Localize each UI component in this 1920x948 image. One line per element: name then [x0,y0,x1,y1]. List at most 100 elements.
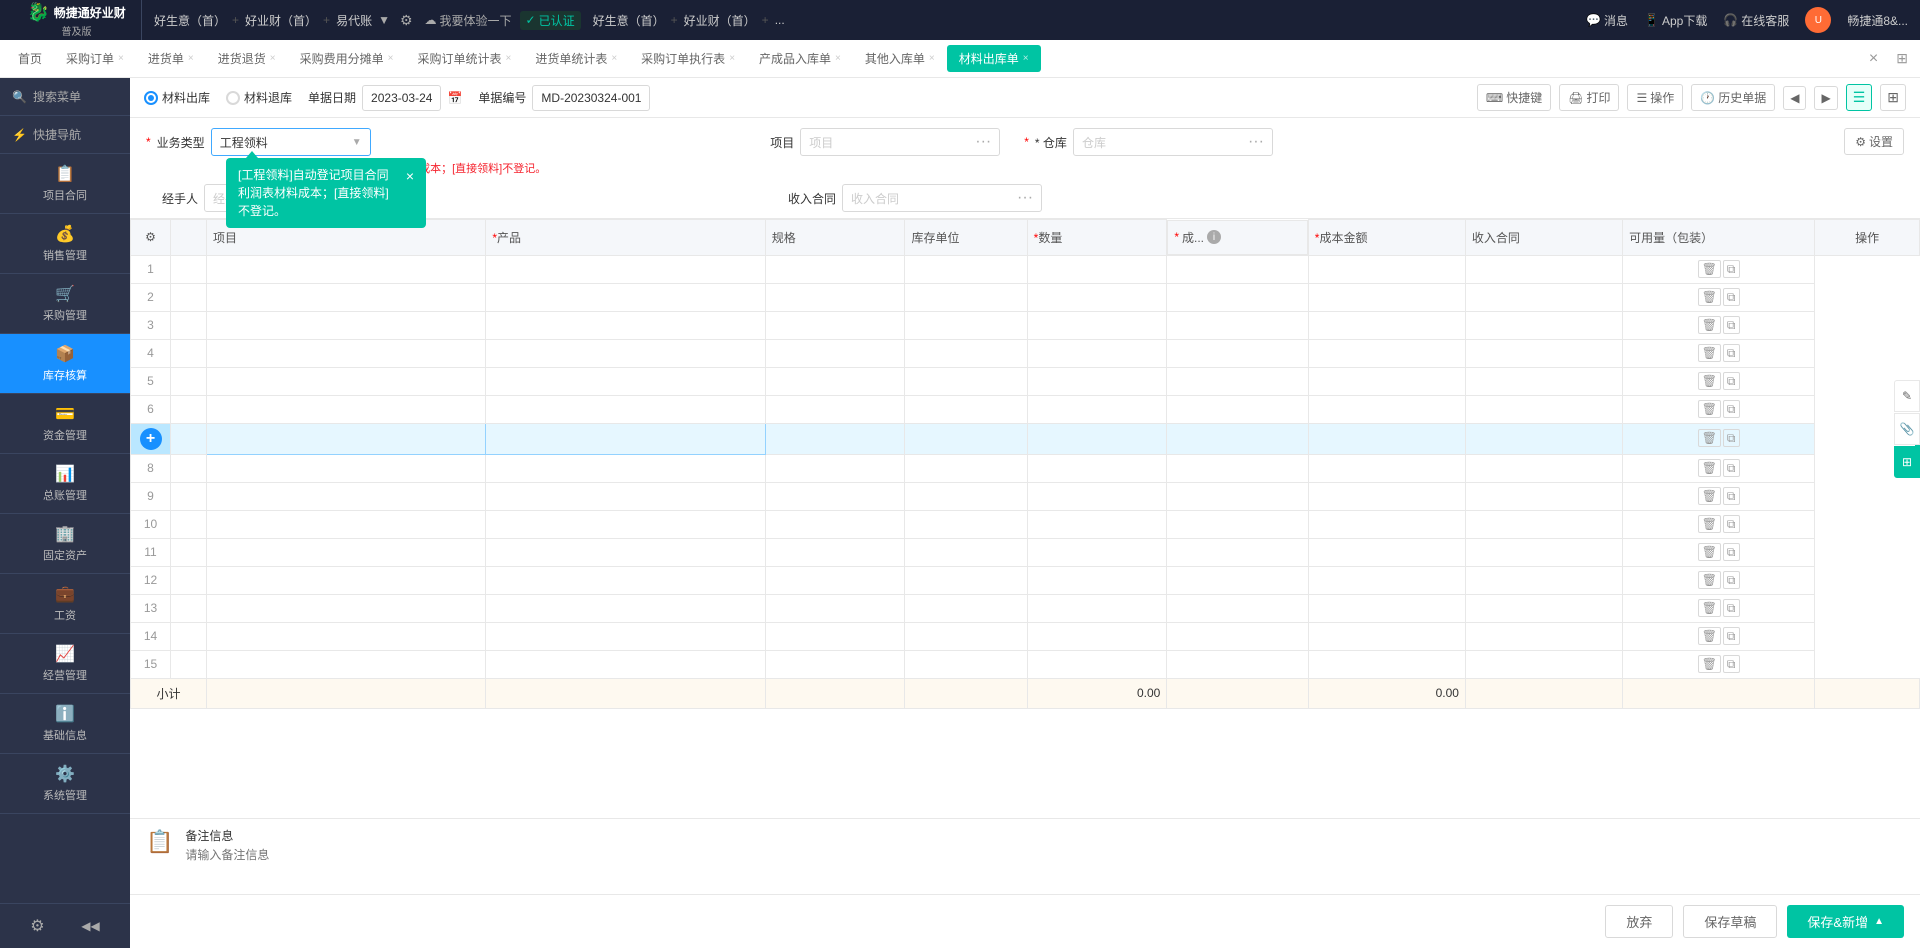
online-service-btn[interactable]: 🎧 在线客服 [1723,12,1789,29]
tab-close-all[interactable]: × [1863,48,1884,70]
save-draft-btn[interactable]: 保存草稿 [1683,905,1777,938]
row-delete-icon[interactable]: 🗑 [1698,543,1721,561]
tab-purchase-order[interactable]: 采购订单 × [54,44,136,73]
row-delete-icon[interactable]: 🗑 [1698,487,1721,505]
row-delete-icon[interactable]: 🗑 [1698,400,1721,418]
user-avatar[interactable]: U [1805,7,1831,33]
tab-close-materialout[interactable]: × [1023,53,1029,64]
date-value[interactable]: 2023-03-24 [362,85,441,111]
tab-incoming[interactable]: 进货单 × [136,44,206,73]
sidebar-item-project[interactable]: 📋 项目合同 [0,154,130,214]
row-copy-icon[interactable]: ⧉ [1723,372,1740,390]
sidebar-item-inventory[interactable]: 📦 库存核算 [0,334,130,394]
history-btn[interactable]: 🕐 历史单据 [1691,84,1775,111]
sidebar-quick-nav[interactable]: ⚡ 快捷导航 [0,116,130,154]
sidebar-item-salary[interactable]: 💼 工资 [0,574,130,634]
experience-btn[interactable]: ☁ 我要体验一下 [425,12,512,29]
row-copy-icon[interactable]: ⧉ [1723,288,1740,306]
row-delete-icon[interactable]: 🗑 [1698,288,1721,306]
row-delete-icon[interactable]: 🗑 [1698,655,1721,673]
tab-close-istat[interactable]: × [611,53,617,64]
username[interactable]: 畅捷通8&... [1847,12,1908,29]
row-delete-icon[interactable]: 🗑 [1698,571,1721,589]
quick-key-btn[interactable]: ⌨ 快捷键 [1477,84,1551,111]
save-new-btn[interactable]: 保存&新增 ▲ [1787,905,1904,938]
row-copy-icon[interactable]: ⧉ [1723,487,1740,505]
row-copy-icon[interactable]: ⧉ [1723,344,1740,362]
notes-input[interactable] [185,846,1904,886]
row7-copy-icon[interactable]: ⧉ [1723,429,1740,447]
row7-delete-icon[interactable]: 🗑 [1698,429,1721,447]
income-contract-input[interactable]: 收入合同 ··· [842,184,1042,212]
tab-return[interactable]: 进货退货 × [206,44,288,73]
tab-incoming-stat[interactable]: 进货单统计表 × [523,44,629,73]
tab-close-return[interactable]: × [270,53,276,64]
right-icon-3[interactable]: ⊞ [1894,446,1920,478]
sidebar-item-purchase[interactable]: 🛒 采购管理 [0,274,130,334]
row-copy-icon[interactable]: ⧉ [1723,627,1740,645]
row-delete-icon[interactable]: 🗑 [1698,372,1721,390]
row-copy-icon[interactable]: ⧉ [1723,316,1740,334]
sidebar-search[interactable]: 🔍 搜索菜单 [0,78,130,116]
tab-exec[interactable]: 采购订单执行表 × [629,44,747,73]
warehouse-input[interactable]: 仓库 ··· [1073,128,1273,156]
col-settings-header[interactable]: ⚙ [131,220,171,256]
top-right-tab3[interactable]: ... [775,13,785,27]
nav-next-btn[interactable]: ▶ [1814,86,1837,110]
tab-purchase-stat[interactable]: 采购订单统计表 × [405,44,523,73]
cost-info-icon[interactable]: i [1207,230,1221,244]
message-btn[interactable]: 💬 消息 [1586,12,1628,29]
nav-tab-good-finance[interactable]: 好业财（首） [245,12,317,29]
tab-expense[interactable]: 采购费用分摊单 × [288,44,406,73]
top-right-tab2[interactable]: 好业财（首） [684,12,756,29]
tab-grid-view[interactable]: ⊞ [1890,48,1914,69]
sidebar-item-ledger[interactable]: 📊 总账管理 [0,454,130,514]
business-type-select[interactable]: 工程领料 ▼ [211,128,371,156]
row-copy-icon[interactable]: ⧉ [1723,599,1740,617]
col-settings-icon[interactable]: ⚙ [145,230,156,244]
tab-close-pstat[interactable]: × [505,53,511,64]
row-copy-icon[interactable]: ⧉ [1723,260,1740,278]
tab-close-otherin[interactable]: × [929,53,935,64]
bottom-collapse-icon[interactable]: ◀◀ [81,919,99,933]
number-value[interactable]: MD-20230324-001 [532,85,650,111]
row-delete-icon[interactable]: 🗑 [1698,599,1721,617]
tab-close-purchase[interactable]: × [118,53,124,64]
row-delete-icon[interactable]: 🗑 [1698,515,1721,533]
tab-product-in[interactable]: 产成品入库单 × [747,44,853,73]
operation-btn[interactable]: ☰ 操作 [1627,84,1683,111]
sidebar-item-finance[interactable]: 💳 资金管理 [0,394,130,454]
tab-home[interactable]: 首页 [6,44,54,73]
project-input[interactable]: 项目 ··· [800,128,1000,156]
radio-material-return[interactable]: 材料退库 [226,89,292,106]
sidebar-item-sysadmin[interactable]: ⚙️ 系统管理 [0,754,130,814]
tab-close-expense[interactable]: × [388,53,394,64]
add-row-btn[interactable]: + [140,428,162,450]
discard-btn[interactable]: 放弃 [1605,905,1673,938]
calendar-icon[interactable]: 📅 [447,91,462,105]
row-delete-icon[interactable]: 🗑 [1698,459,1721,477]
row-copy-icon[interactable]: ⧉ [1723,655,1740,673]
active-table-row[interactable]: + 🗑⧉ [131,423,1920,454]
row-copy-icon[interactable]: ⧉ [1723,543,1740,561]
row7-project-input[interactable] [209,432,483,446]
tab-close-incoming[interactable]: × [188,53,194,64]
row-copy-icon[interactable]: ⧉ [1723,571,1740,589]
save-new-expand-icon[interactable]: ▲ [1874,916,1884,927]
row7-product-input[interactable] [488,432,762,446]
app-download-btn[interactable]: 📱 App下载 [1644,12,1707,29]
row-copy-icon[interactable]: ⧉ [1723,515,1740,533]
row-copy-icon[interactable]: ⧉ [1723,459,1740,477]
sidebar-item-baseinfo[interactable]: ℹ️ 基础信息 [0,694,130,754]
nav-prev-btn[interactable]: ◀ [1783,86,1806,110]
row-copy-icon[interactable]: ⧉ [1723,400,1740,418]
radio-material-out[interactable]: 材料出库 [144,89,210,106]
nav-tab-easy-account[interactable]: 易代账 [336,12,372,29]
nav-dropdown-icon[interactable]: ▼ [378,13,390,27]
bottom-settings-icon[interactable]: ⚙ [30,916,44,936]
sidebar-item-sales[interactable]: 💰 销售管理 [0,214,130,274]
row-delete-icon[interactable]: 🗑 [1698,344,1721,362]
row-delete-icon[interactable]: 🗑 [1698,260,1721,278]
grid-view-btn[interactable]: ⊞ [1880,84,1906,111]
tab-close-exec[interactable]: × [729,53,735,64]
